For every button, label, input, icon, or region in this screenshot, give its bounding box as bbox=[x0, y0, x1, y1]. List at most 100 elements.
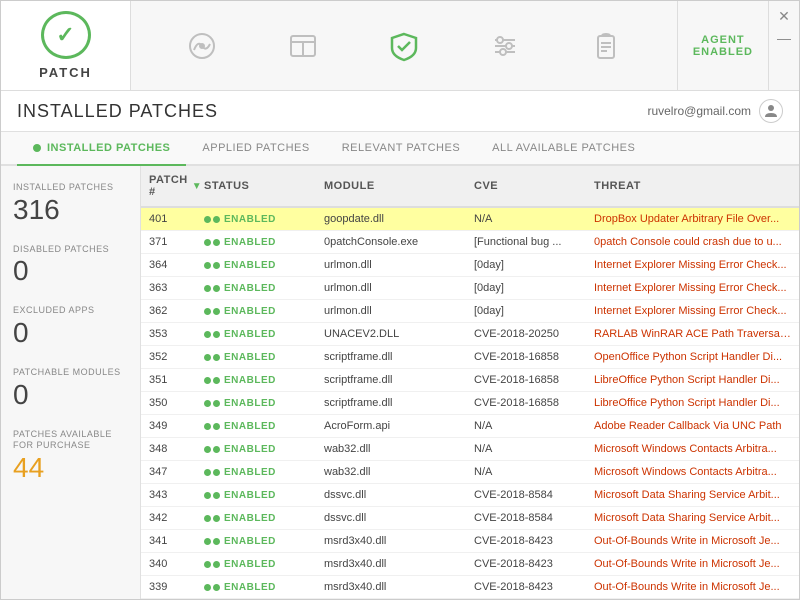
status-text: ENABLED bbox=[224, 467, 276, 478]
logo-check-icon: ✓ bbox=[56, 22, 74, 48]
status-text: ENABLED bbox=[224, 329, 276, 340]
cell-module: msrd3x40.dll bbox=[316, 576, 466, 598]
cell-cve: [0day] bbox=[466, 254, 586, 276]
table-row[interactable]: 347 ENABLED wab32.dll N/A Microsoft Wind… bbox=[141, 461, 799, 484]
cell-status: ENABLED bbox=[196, 347, 316, 368]
cell-cve: N/A bbox=[466, 438, 586, 460]
table-row[interactable]: 352 ENABLED scriptframe.dll CVE-2018-168… bbox=[141, 346, 799, 369]
table-header: PATCH # ▼ STATUS MODULE CVE THREAT bbox=[141, 166, 799, 208]
col-module[interactable]: MODULE bbox=[316, 166, 466, 206]
nav-shield-button[interactable] bbox=[379, 21, 429, 71]
nav-sliders-button[interactable] bbox=[480, 21, 530, 71]
cell-patch-num: 343 bbox=[141, 484, 196, 506]
table-row[interactable]: 348 ENABLED wab32.dll N/A Microsoft Wind… bbox=[141, 438, 799, 461]
cell-status: ENABLED bbox=[196, 209, 316, 230]
cell-module: AcroForm.api bbox=[316, 415, 466, 437]
cell-cve: [Functional bug ... bbox=[466, 231, 586, 253]
status-text: ENABLED bbox=[224, 214, 276, 225]
cell-status: ENABLED bbox=[196, 370, 316, 391]
cell-threat: Adobe Reader Callback Via UNC Path bbox=[586, 415, 799, 437]
cell-status: ENABLED bbox=[196, 301, 316, 322]
cell-patch-num: 401 bbox=[141, 208, 196, 230]
nav-clipboard-button[interactable] bbox=[581, 21, 631, 71]
table-row[interactable]: 353 ENABLED UNACEV2.DLL CVE-2018-20250 R… bbox=[141, 323, 799, 346]
cell-module: wab32.dll bbox=[316, 461, 466, 483]
tab-all-available-patches[interactable]: ALL AVAILABLE PATCHES bbox=[476, 132, 651, 166]
cell-status: ENABLED bbox=[196, 554, 316, 575]
cell-status: ENABLED bbox=[196, 255, 316, 276]
cell-cve: CVE-2018-16858 bbox=[466, 346, 586, 368]
status-text: ENABLED bbox=[224, 582, 276, 593]
table-row[interactable]: 340 ENABLED msrd3x40.dll CVE-2018-8423 O… bbox=[141, 553, 799, 576]
table-row[interactable]: 341 ENABLED msrd3x40.dll CVE-2018-8423 O… bbox=[141, 530, 799, 553]
table-row[interactable]: 363 ENABLED urlmon.dll [0day] Internet E… bbox=[141, 277, 799, 300]
status-dots-icon bbox=[204, 584, 220, 591]
status-dots-icon bbox=[204, 400, 220, 407]
cell-status: ENABLED bbox=[196, 577, 316, 598]
table-row[interactable]: 350 ENABLED scriptframe.dll CVE-2018-168… bbox=[141, 392, 799, 415]
table-row[interactable]: 339 ENABLED msrd3x40.dll CVE-2018-8423 O… bbox=[141, 576, 799, 599]
cell-module: dssvc.dll bbox=[316, 507, 466, 529]
user-info: ruvelro@gmail.com bbox=[647, 99, 783, 123]
cell-threat: Out-Of-Bounds Write in Microsoft Je... bbox=[586, 553, 799, 575]
cell-patch-num: 353 bbox=[141, 323, 196, 345]
status-text: ENABLED bbox=[224, 283, 276, 294]
cell-module: msrd3x40.dll bbox=[316, 530, 466, 552]
stat-installed-label: INSTALLED PATCHES bbox=[13, 182, 128, 194]
cell-cve: CVE-2018-16858 bbox=[466, 392, 586, 414]
table-row[interactable]: 364 ENABLED urlmon.dll [0day] Internet E… bbox=[141, 254, 799, 277]
table-row[interactable]: 401 ENABLED goopdate.dll N/A DropBox Upd… bbox=[141, 208, 799, 231]
table-row[interactable]: 351 ENABLED scriptframe.dll CVE-2018-168… bbox=[141, 369, 799, 392]
table-row[interactable]: 342 ENABLED dssvc.dll CVE-2018-8584 Micr… bbox=[141, 507, 799, 530]
cell-status: ENABLED bbox=[196, 416, 316, 437]
cell-module: wab32.dll bbox=[316, 438, 466, 460]
cell-threat: Microsoft Data Sharing Service Arbit... bbox=[586, 507, 799, 529]
nav-window-button[interactable] bbox=[278, 21, 328, 71]
status-text: ENABLED bbox=[224, 421, 276, 432]
tabs-bar: INSTALLED PATCHES APPLIED PATCHES RELEVA… bbox=[1, 132, 799, 166]
col-threat[interactable]: THREAT bbox=[586, 166, 799, 206]
status-text: ENABLED bbox=[224, 375, 276, 386]
cell-status: ENABLED bbox=[196, 439, 316, 460]
stat-purchase-label: PATCHES AVAILABLE FOR PURCHASE bbox=[13, 429, 128, 452]
cell-module: 0patchConsole.exe bbox=[316, 231, 466, 253]
status-text: ENABLED bbox=[224, 444, 276, 455]
stat-patchable-value: 0 bbox=[13, 381, 128, 409]
cell-status: ENABLED bbox=[196, 508, 316, 529]
status-dots-icon bbox=[204, 308, 220, 315]
col-cve[interactable]: CVE bbox=[466, 166, 586, 206]
col-patch-num[interactable]: PATCH # ▼ bbox=[141, 166, 196, 206]
app-container: ✓ PATCH bbox=[0, 0, 800, 600]
status-text: ENABLED bbox=[224, 490, 276, 501]
cell-threat: Internet Explorer Missing Error Check... bbox=[586, 254, 799, 276]
cell-threat: DropBox Updater Arbitrary File Over... bbox=[586, 208, 799, 230]
table-row[interactable]: 343 ENABLED dssvc.dll CVE-2018-8584 Micr… bbox=[141, 484, 799, 507]
cell-threat: LibreOffice Python Script Handler Di... bbox=[586, 392, 799, 414]
status-text: ENABLED bbox=[224, 260, 276, 271]
user-email: ruvelro@gmail.com bbox=[647, 104, 751, 118]
col-status[interactable]: STATUS bbox=[196, 166, 316, 206]
stat-patchable-modules: PATCHABLE MODULES 0 bbox=[13, 367, 128, 409]
table-row[interactable]: 349 ENABLED AcroForm.api N/A Adobe Reade… bbox=[141, 415, 799, 438]
tab-dot-icon bbox=[33, 144, 41, 152]
cell-patch-num: 347 bbox=[141, 461, 196, 483]
user-avatar-icon[interactable] bbox=[759, 99, 783, 123]
status-text: ENABLED bbox=[224, 398, 276, 409]
stat-excluded-label: EXCLUDED APPS bbox=[13, 305, 128, 317]
cell-module: urlmon.dll bbox=[316, 277, 466, 299]
table-row[interactable]: 371 ENABLED 0patchConsole.exe [Functiona… bbox=[141, 231, 799, 254]
cell-cve: N/A bbox=[466, 208, 586, 230]
status-dots-icon bbox=[204, 377, 220, 384]
tab-relevant-patches[interactable]: RELEVANT PATCHES bbox=[326, 132, 476, 166]
status-dots-icon bbox=[204, 331, 220, 338]
tab-installed-patches[interactable]: INSTALLED PATCHES bbox=[17, 132, 186, 166]
cell-threat: LibreOffice Python Script Handler Di... bbox=[586, 369, 799, 391]
table-row[interactable]: 362 ENABLED urlmon.dll [0day] Internet E… bbox=[141, 300, 799, 323]
tab-applied-patches[interactable]: APPLIED PATCHES bbox=[186, 132, 325, 166]
nav-dashboard-button[interactable] bbox=[177, 21, 227, 71]
close-button[interactable]: ✕ bbox=[778, 9, 790, 23]
status-text: ENABLED bbox=[224, 237, 276, 248]
minimize-button[interactable]: — bbox=[777, 31, 791, 45]
table-body[interactable]: 401 ENABLED goopdate.dll N/A DropBox Upd… bbox=[141, 208, 799, 599]
cell-cve: CVE-2018-20250 bbox=[466, 323, 586, 345]
